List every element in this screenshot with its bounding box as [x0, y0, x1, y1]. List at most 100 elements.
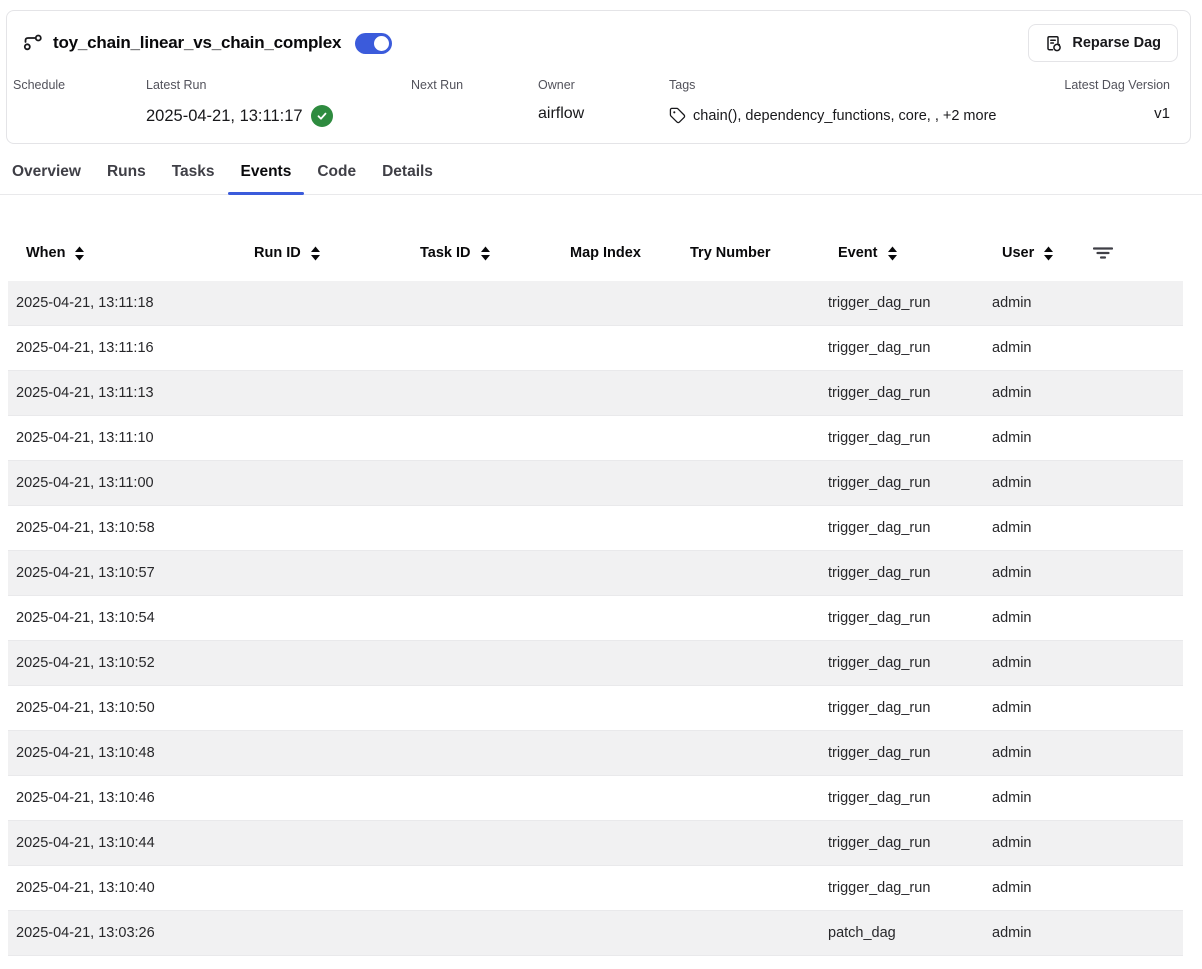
cell-user: admin	[984, 565, 1080, 581]
cell-event: trigger_dag_run	[820, 790, 984, 806]
cell-event: trigger_dag_run	[820, 520, 984, 536]
column-header-label: User	[1002, 245, 1034, 261]
cell-user: admin	[984, 745, 1080, 761]
cell-when: 2025-04-21, 13:11:00	[8, 475, 236, 491]
cell-user: admin	[984, 835, 1080, 851]
dag-icon	[21, 32, 43, 54]
tab-label: Details	[382, 163, 433, 180]
cell-event: trigger_dag_run	[820, 745, 984, 761]
tab-label: Events	[241, 163, 292, 180]
tags-value: chain(), dependency_functions, core, , +…	[693, 108, 996, 124]
cell-user: admin	[984, 385, 1080, 401]
cell-event: trigger_dag_run	[820, 475, 984, 491]
reparse-icon	[1045, 35, 1062, 52]
sort-icon	[1043, 246, 1054, 261]
cell-event: trigger_dag_run	[820, 835, 984, 851]
column-header-label: Event	[838, 245, 878, 261]
cell-user: admin	[984, 430, 1080, 446]
filter-cell[interactable]	[1080, 245, 1183, 261]
column-header-label: Run ID	[254, 245, 301, 261]
column-header-label: Task ID	[420, 245, 471, 261]
table-row: 2025-04-21, 13:10:54 trigger_dag_run adm…	[8, 596, 1183, 641]
latest-dag-version-label: Latest Dag Version	[1064, 78, 1170, 92]
table-row: 2025-04-21, 13:10:58 trigger_dag_run adm…	[8, 506, 1183, 551]
table-row: 2025-04-21, 13:10:44 trigger_dag_run adm…	[8, 821, 1183, 866]
check-circle-icon	[311, 105, 333, 127]
column-header-task-id[interactable]: Task ID	[402, 245, 552, 261]
column-header-try-number: Try Number	[672, 245, 820, 261]
latest-run-value[interactable]: 2025-04-21, 13:11:17	[146, 107, 303, 126]
tab-code[interactable]: Code	[304, 159, 369, 194]
reparse-button-label: Reparse Dag	[1072, 35, 1161, 51]
column-header-user[interactable]: User	[984, 245, 1080, 261]
dag-title-row: toy_chain_linear_vs_chain_complex Repars…	[13, 24, 1178, 62]
table-row: 2025-04-21, 13:03:26 patch_dag admin	[8, 911, 1183, 956]
tab-label: Runs	[107, 163, 146, 180]
cell-when: 2025-04-21, 13:10:57	[8, 565, 236, 581]
tab-label: Code	[317, 163, 356, 180]
dag-pause-toggle[interactable]	[355, 33, 392, 54]
column-header-when[interactable]: When	[8, 245, 236, 261]
table-row: 2025-04-21, 13:10:46 trigger_dag_run adm…	[8, 776, 1183, 821]
cell-when: 2025-04-21, 13:03:26	[8, 925, 236, 941]
cell-event: patch_dag	[820, 925, 984, 941]
cell-user: admin	[984, 340, 1080, 356]
table-row: 2025-04-21, 13:11:18 trigger_dag_run adm…	[8, 281, 1183, 326]
schedule-label: Schedule	[13, 78, 138, 92]
tab-events[interactable]: Events	[228, 159, 305, 194]
meta-owner: Owner airflow	[538, 78, 669, 123]
cell-user: admin	[984, 610, 1080, 626]
owner-value: airflow	[538, 105, 661, 123]
meta-next-run: Next Run	[411, 78, 538, 105]
cell-when: 2025-04-21, 13:11:10	[8, 430, 236, 446]
cell-when: 2025-04-21, 13:11:16	[8, 340, 236, 356]
latest-dag-version-value: v1	[1064, 105, 1170, 122]
sort-icon	[887, 246, 898, 261]
sort-icon	[480, 246, 491, 261]
cell-user: admin	[984, 520, 1080, 536]
column-header-run-id[interactable]: Run ID	[236, 245, 402, 261]
column-header-label: Map Index	[570, 245, 641, 261]
table-row: 2025-04-21, 13:10:40 trigger_dag_run adm…	[8, 866, 1183, 911]
latest-run-label: Latest Run	[146, 78, 403, 92]
table-row: 2025-04-21, 13:10:50 trigger_dag_run adm…	[8, 686, 1183, 731]
tab-label: Overview	[12, 163, 81, 180]
tab-label: Tasks	[172, 163, 215, 180]
tags-label: Tags	[669, 78, 1056, 92]
cell-when: 2025-04-21, 13:10:44	[8, 835, 236, 851]
table-row: 2025-04-21, 13:11:10 trigger_dag_run adm…	[8, 416, 1183, 461]
page-title: toy_chain_linear_vs_chain_complex	[53, 33, 341, 53]
cell-when: 2025-04-21, 13:10:46	[8, 790, 236, 806]
tab-details[interactable]: Details	[369, 159, 446, 194]
table-header-row: When Run ID Task ID Map Index Try Number	[8, 225, 1183, 281]
dag-meta-row: Schedule Latest Run 2025-04-21, 13:11:17…	[13, 78, 1178, 127]
tab-overview[interactable]: Overview	[0, 159, 94, 194]
cell-event: trigger_dag_run	[820, 385, 984, 401]
cell-event: trigger_dag_run	[820, 430, 984, 446]
table-row: 2025-04-21, 13:10:57 trigger_dag_run adm…	[8, 551, 1183, 596]
meta-latest-dag-version: Latest Dag Version v1	[1064, 78, 1178, 122]
cell-event: trigger_dag_run	[820, 565, 984, 581]
tabs: Overview Runs Tasks Events Code Details	[0, 159, 1202, 195]
tab-runs[interactable]: Runs	[94, 159, 159, 194]
cell-when: 2025-04-21, 13:10:54	[8, 610, 236, 626]
sort-icon	[74, 246, 85, 261]
filter-icon	[1093, 245, 1113, 261]
tab-tasks[interactable]: Tasks	[159, 159, 228, 194]
cell-user: admin	[984, 790, 1080, 806]
table-row: 2025-04-21, 13:11:16 trigger_dag_run adm…	[8, 326, 1183, 371]
owner-label: Owner	[538, 78, 661, 92]
column-header-event[interactable]: Event	[820, 245, 984, 261]
cell-user: admin	[984, 925, 1080, 941]
table-body: 2025-04-21, 13:11:18 trigger_dag_run adm…	[0, 281, 1202, 956]
cell-when: 2025-04-21, 13:10:50	[8, 700, 236, 716]
dag-header-card: toy_chain_linear_vs_chain_complex Repars…	[6, 10, 1191, 144]
cell-event: trigger_dag_run	[820, 340, 984, 356]
meta-latest-run: Latest Run 2025-04-21, 13:11:17	[146, 78, 411, 127]
reparse-dag-button[interactable]: Reparse Dag	[1028, 24, 1178, 62]
cell-event: trigger_dag_run	[820, 700, 984, 716]
table-row: 2025-04-21, 13:11:00 trigger_dag_run adm…	[8, 461, 1183, 506]
cell-when: 2025-04-21, 13:10:58	[8, 520, 236, 536]
column-header-map-index: Map Index	[552, 245, 672, 261]
table-row: 2025-04-21, 13:10:52 trigger_dag_run adm…	[8, 641, 1183, 686]
